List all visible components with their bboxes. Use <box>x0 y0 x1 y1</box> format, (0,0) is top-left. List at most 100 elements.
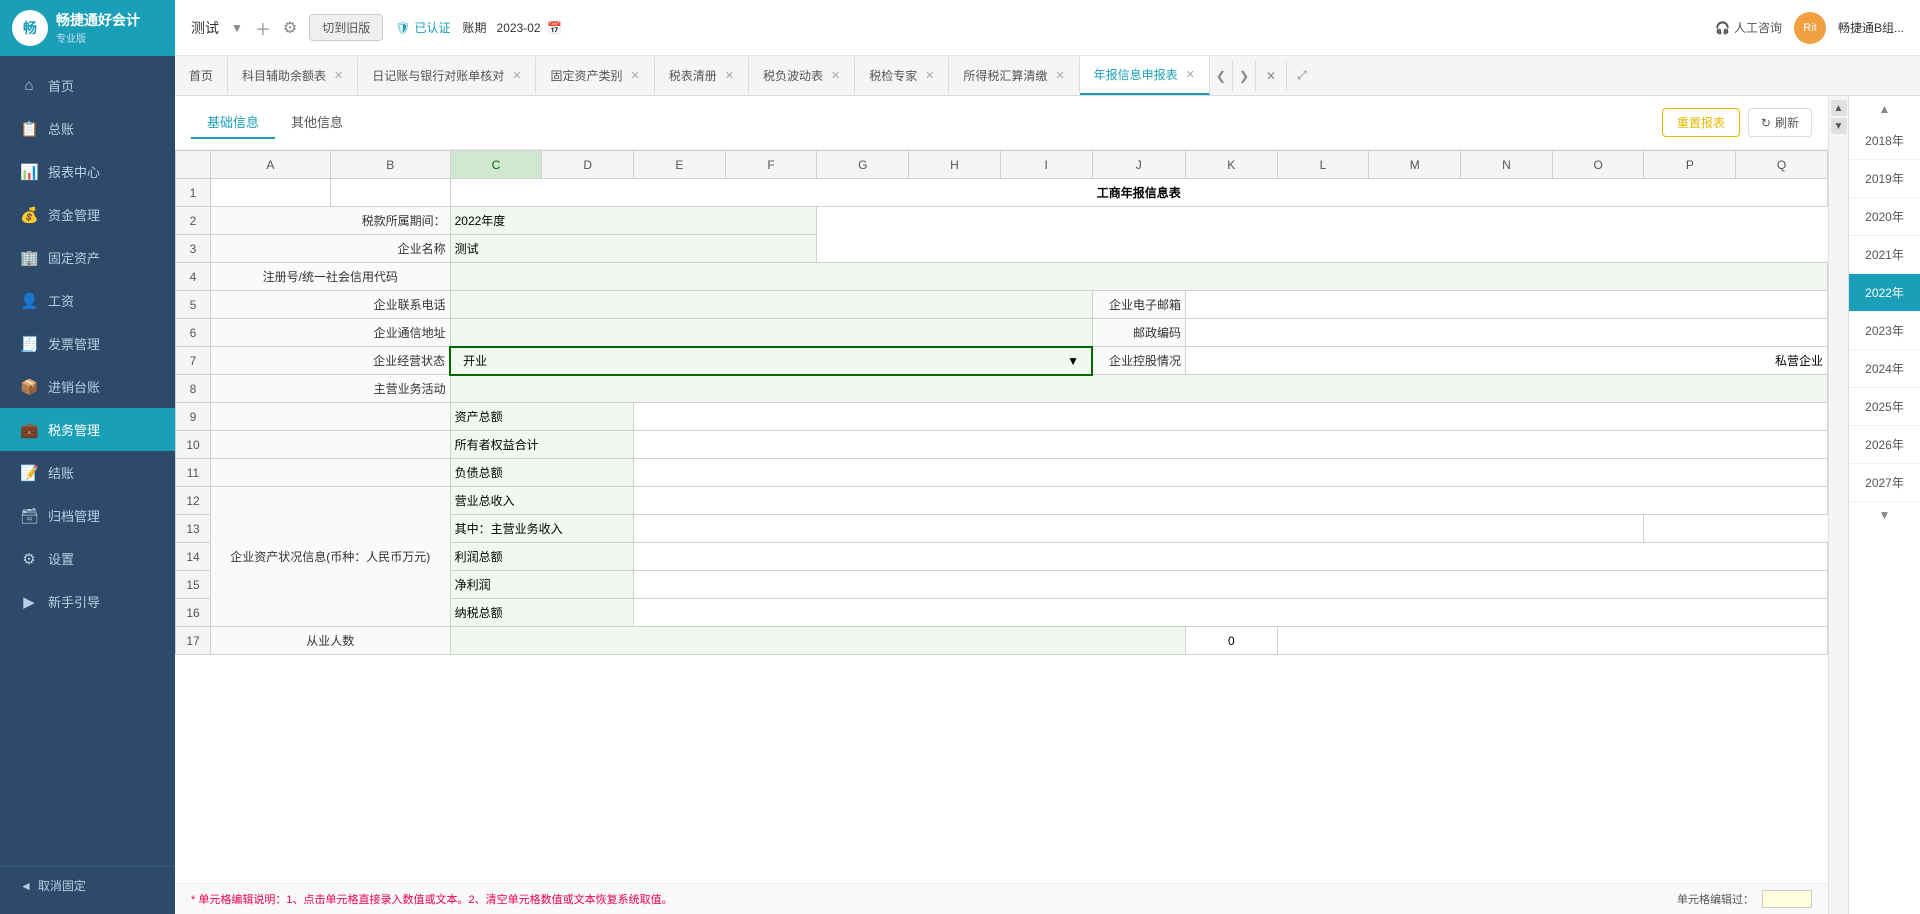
cell-7-K[interactable]: 私营企业 <box>1185 347 1827 375</box>
sidebar-item-home[interactable]: ⌂首页 <box>0 64 175 107</box>
cell-11-A[interactable] <box>211 459 451 487</box>
sidebar-item-invoice[interactable]: 🧾发票管理 <box>0 322 175 365</box>
cell-10-E[interactable] <box>634 431 1828 459</box>
year-item-2020年[interactable]: 2020年 <box>1849 198 1920 236</box>
refresh-button[interactable]: ↻ 刷新 <box>1748 108 1812 137</box>
tab-close-icon[interactable]: ✕ <box>334 69 343 82</box>
cell-3-A[interactable]: 企业名称 <box>211 235 451 263</box>
year-item-2023年[interactable]: 2023年 <box>1849 312 1920 350</box>
old-version-button[interactable]: 切到旧版 <box>309 14 383 41</box>
cell-9-C[interactable]: 资产总额 <box>450 403 633 431</box>
cell-7-J[interactable]: 企业控股情况 <box>1092 347 1185 375</box>
cell-12-C[interactable]: 营业总收入 <box>450 487 633 515</box>
tab-close-icon[interactable]: ✕ <box>1186 68 1195 81</box>
cell-5-J[interactable]: 企业电子邮箱 <box>1092 291 1185 319</box>
cell-4-A[interactable]: 注册号/统一社会信用代码 <box>211 263 451 291</box>
cell-9-E[interactable] <box>634 403 1828 431</box>
tab-annual-report[interactable]: 年报信息申报表✕ <box>1080 56 1210 95</box>
cell-1-B[interactable] <box>330 179 450 207</box>
tab-aux-balance[interactable]: 科目辅助余额表✕ <box>228 57 358 94</box>
cell-2-C[interactable]: 2022年度 <box>450 207 817 235</box>
sidebar-item-archive[interactable]: 🗃归档管理 <box>0 494 175 537</box>
sidebar-item-funds[interactable]: 💰资金管理 <box>0 193 175 236</box>
year-nav-up[interactable]: ▲ <box>1849 96 1920 122</box>
spreadsheet-container[interactable]: ABCDEFGHIJKLMNOPQ 1工商年报信息表2税款所属期间：2022年度… <box>175 150 1828 883</box>
cell-6-K[interactable] <box>1185 319 1827 347</box>
cell-6-C[interactable] <box>450 319 1092 347</box>
cell-8-A[interactable]: 主营业务活动 <box>211 375 451 403</box>
add-button[interactable]: ＋ <box>255 16 271 40</box>
cell-14-C[interactable]: 利润总额 <box>450 543 633 571</box>
cell-10-C[interactable]: 所有者权益合计 <box>450 431 633 459</box>
year-nav-down[interactable]: ▼ <box>1849 502 1920 528</box>
cell-17-K[interactable]: 0 <box>1185 627 1277 655</box>
tab-close-icon[interactable]: ✕ <box>725 69 734 82</box>
sidebar-item-general-ledger[interactable]: 📋总账 <box>0 107 175 150</box>
cell-16-C[interactable]: 纳税总额 <box>450 599 633 627</box>
sidebar-item-purchase-sale[interactable]: 📦进销台账 <box>0 365 175 408</box>
tab-home[interactable]: 首页 <box>175 57 228 94</box>
cell-10-A[interactable] <box>211 431 451 459</box>
cell-5-K[interactable] <box>1185 291 1827 319</box>
tab-close-icon[interactable]: ✕ <box>631 69 640 82</box>
year-item-2018年[interactable]: 2018年 <box>1849 122 1920 160</box>
subtab-other[interactable]: 其他信息 <box>275 106 359 139</box>
cell-15-C[interactable]: 净利润 <box>450 571 633 599</box>
tab-tax-expert[interactable]: 税检专家✕ <box>855 57 949 94</box>
cell-6-A[interactable]: 企业通信地址 <box>211 319 451 347</box>
dropdown-arrow[interactable]: ▼ <box>1067 354 1079 368</box>
cell-17-C[interactable] <box>450 627 1185 655</box>
scroll-up-button[interactable]: ▲ <box>1831 100 1847 116</box>
cancel-fixed-button[interactable]: ◄ 取消固定 <box>0 866 175 904</box>
tab-tax-risk[interactable]: 税负波动表✕ <box>749 57 855 94</box>
cell-6-J[interactable]: 邮政编码 <box>1092 319 1185 347</box>
cell-11-E[interactable] <box>634 459 1828 487</box>
sidebar-item-settings[interactable]: ⚙设置 <box>0 537 175 580</box>
reset-button[interactable]: 重置报表 <box>1662 108 1740 137</box>
tab-journal-bank[interactable]: 日记账与银行对账单核对✕ <box>358 57 536 94</box>
tab-expand-button[interactable]: ⤢ <box>1287 60 1317 91</box>
cell-11-C[interactable]: 负债总额 <box>450 459 633 487</box>
tab-close-all-button[interactable]: ✕ <box>1256 61 1287 91</box>
tab-next-button[interactable]: ❯ <box>1233 61 1256 91</box>
tab-close-icon[interactable]: ✕ <box>831 69 840 82</box>
cell-14-E[interactable] <box>634 543 1828 571</box>
cell-7-C[interactable]: 开业▼ <box>450 347 1092 375</box>
sidebar-item-salary[interactable]: 👤工资 <box>0 279 175 322</box>
cell-17-A[interactable]: 从业人数 <box>211 627 451 655</box>
tab-income-tax[interactable]: 所得税汇算清缴✕ <box>949 57 1079 94</box>
cell-2-A[interactable]: 税款所属期间： <box>211 207 451 235</box>
cell-9-A[interactable] <box>211 403 451 431</box>
cell-5-A[interactable]: 企业联系电话 <box>211 291 451 319</box>
cell-12-A[interactable]: 企业资产状况信息(币种：人民币万元) <box>211 487 451 627</box>
cell-15-E[interactable] <box>634 571 1828 599</box>
sidebar-item-tax[interactable]: 💼税务管理 <box>0 408 175 451</box>
cell-16-E[interactable] <box>634 599 1828 627</box>
sidebar-item-settlement[interactable]: 📝结账 <box>0 451 175 494</box>
year-item-2021年[interactable]: 2021年 <box>1849 236 1920 274</box>
tab-tax-return[interactable]: 税表清册✕ <box>655 57 749 94</box>
subtab-basic[interactable]: 基础信息 <box>191 106 275 139</box>
cell-4-C[interactable] <box>450 263 1827 291</box>
year-item-2019年[interactable]: 2019年 <box>1849 160 1920 198</box>
title-dropdown-icon[interactable]: ▼ <box>231 21 243 35</box>
cell-7-A[interactable]: 企业经营状态 <box>211 347 451 375</box>
year-item-2024年[interactable]: 2024年 <box>1849 350 1920 388</box>
settings-icon[interactable]: ⚙ <box>283 18 297 38</box>
cell-12-E[interactable] <box>634 487 1828 515</box>
cell-8-C[interactable] <box>450 375 1827 403</box>
cell-13-C[interactable]: 其中：主营业务收入 <box>450 515 633 543</box>
sidebar-item-guide[interactable]: ▶新手引导 <box>0 580 175 623</box>
tab-close-icon[interactable]: ✕ <box>512 69 521 82</box>
cell-3-C[interactable]: 测试 <box>450 235 817 263</box>
sidebar-item-fixed-assets[interactable]: 🏢固定资产 <box>0 236 175 279</box>
year-item-2025年[interactable]: 2025年 <box>1849 388 1920 426</box>
tab-fixed-asset-type[interactable]: 固定资产类别✕ <box>536 57 654 94</box>
tab-close-icon[interactable]: ✕ <box>925 69 934 82</box>
year-item-2022年[interactable]: 2022年 <box>1849 274 1920 312</box>
cell-17-L[interactable] <box>1277 627 1827 655</box>
year-item-2026年[interactable]: 2026年 <box>1849 426 1920 464</box>
cell-5-C[interactable] <box>450 291 1092 319</box>
tab-close-icon[interactable]: ✕ <box>1055 69 1064 82</box>
scroll-down-button[interactable]: ▼ <box>1831 118 1847 134</box>
